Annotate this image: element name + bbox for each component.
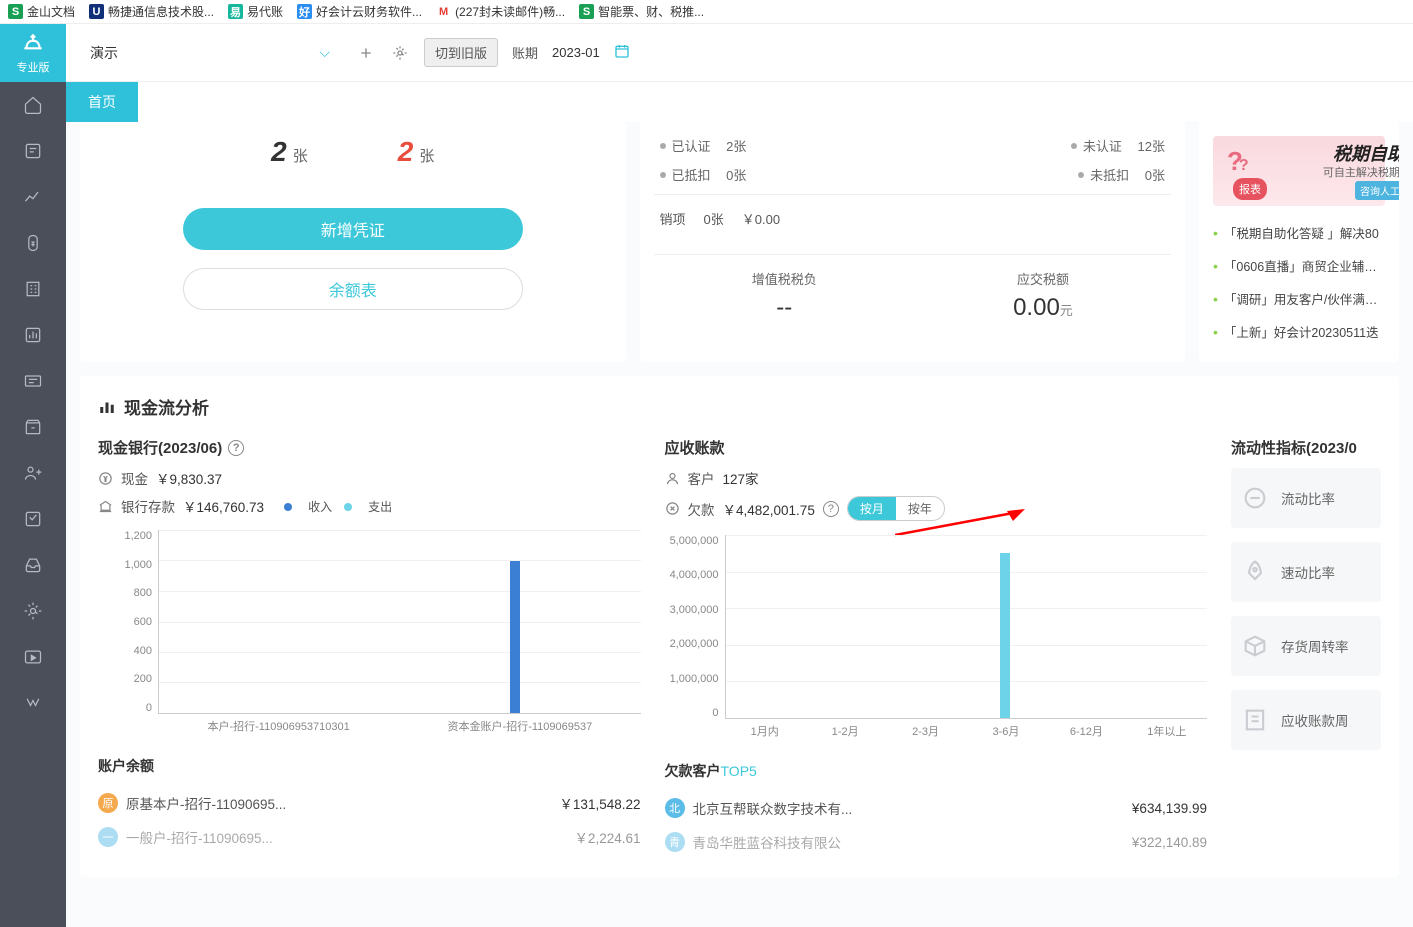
cash-bank-panel: 现金银行(2023/06)? 现金￥9,830.37 银行存款￥146,760.…: [98, 437, 641, 859]
chart-bar[interactable]: [510, 561, 520, 713]
nav-chart-icon[interactable]: [0, 174, 66, 220]
period-value: 2023-01: [552, 45, 600, 60]
voucher-left-count: 2: [271, 136, 287, 167]
old-version-button[interactable]: 切到旧版: [424, 38, 498, 67]
receivable-panel: 应收账款 客户127家 欠款￥4,482,001.75 ? 按月 按年: [665, 437, 1208, 859]
topbar: 演示 ⌵ 切到旧版 账期 2023-01: [66, 24, 1413, 82]
bank-amount: ￥146,760.73: [183, 496, 264, 516]
nav-company-icon[interactable]: [0, 266, 66, 312]
bank-icon: [98, 499, 113, 514]
bookmark-item[interactable]: M(227封未读邮件)畅...: [436, 3, 565, 20]
logo-text: 专业版: [17, 59, 50, 75]
news-item[interactable]: 「调研」用友客户/伙伴满意度: [1213, 282, 1385, 315]
nav-report-icon[interactable]: [0, 312, 66, 358]
nav-salary-icon[interactable]: [0, 450, 66, 496]
news-banner[interactable]: ?? 税期自助 可自主解决税期 80% 报表 咨询人工客: [1213, 136, 1385, 206]
bookmarks-bar: S金山文档 U畅捷通信息技术股... 易易代账 好好会计云财务软件... M(2…: [0, 0, 1413, 24]
toggle-month[interactable]: 按月: [848, 497, 896, 520]
voucher-right-count: 2: [398, 136, 414, 167]
debt-icon: [665, 501, 680, 516]
calendar-icon[interactable]: [614, 43, 630, 62]
company-select[interactable]: 演示 ⌵: [80, 36, 342, 70]
news-item[interactable]: 「0606直播」商贸企业辅助核: [1213, 249, 1385, 282]
toggle-year[interactable]: 按年: [896, 497, 944, 520]
liquidity-panel: 流动性指标(2023/0 流动比率 速动比率 存货周转率 应收账款周: [1231, 437, 1381, 859]
bookmark-item[interactable]: 好好会计云财务软件...: [297, 3, 422, 20]
nav-checkout-icon[interactable]: [0, 496, 66, 542]
metric-quick-ratio[interactable]: 速动比率: [1231, 542, 1381, 602]
chart-bar[interactable]: [1000, 553, 1010, 718]
receipt-icon: [1241, 706, 1269, 734]
customer-count: 127家: [723, 468, 759, 488]
vat-value: --: [752, 294, 817, 322]
nav-inbox-icon[interactable]: [0, 542, 66, 588]
customer-row[interactable]: 北北京互帮联众数字技术有... ¥634,139.99: [665, 791, 1208, 825]
period-label: 账期: [512, 43, 538, 62]
balance-sheet-button[interactable]: 余额表: [183, 268, 523, 310]
tax-due-value: 0.00: [1013, 294, 1060, 321]
owe-amount: ￥4,482,001.75: [723, 499, 815, 519]
nav-video-icon[interactable]: [0, 634, 66, 680]
cashflow-section: 现金流分析 现金银行(2023/06)? 现金￥9,830.37 银行存款￥14…: [80, 376, 1399, 877]
gear-icon[interactable]: [390, 43, 410, 63]
tabbar: 首页: [66, 82, 1413, 122]
news-item[interactable]: 「上新」好会计20230511迭: [1213, 315, 1385, 348]
metric-inventory-turnover[interactable]: 存货周转率: [1231, 616, 1381, 676]
account-row[interactable]: 一一般户-招行-11090695... ￥2,224.61: [98, 820, 641, 854]
user-icon: [665, 471, 680, 486]
help-icon[interactable]: ?: [228, 440, 244, 456]
account-row[interactable]: 原原基本户-招行-11090695... ￥131,548.22: [98, 786, 641, 820]
account-balance-title: 账户余额: [98, 756, 641, 776]
news-item[interactable]: 「税期自助化答疑 」解决80: [1213, 216, 1385, 249]
chevron-down-icon: ⌵: [319, 44, 330, 61]
ratio-icon: [1241, 484, 1269, 512]
receivable-chart: 5,000,0004,000,0003,000,0002,000,0001,00…: [665, 535, 1208, 745]
yen-icon: [98, 471, 113, 486]
nav-home-icon[interactable]: [0, 82, 66, 128]
nav-money-icon[interactable]: [0, 220, 66, 266]
metric-current-ratio[interactable]: 流动比率: [1231, 468, 1381, 528]
section-title: 现金流分析: [124, 394, 209, 419]
add-icon[interactable]: [356, 43, 376, 63]
question-icon: ??: [1227, 146, 1249, 177]
logo[interactable]: 专业版: [0, 24, 66, 82]
cash-amount: ￥9,830.37: [156, 468, 222, 488]
sidebar: 专业版: [0, 24, 66, 927]
bookmark-item[interactable]: 易易代账: [228, 3, 283, 20]
nav-archive-icon[interactable]: [0, 404, 66, 450]
bookmark-item[interactable]: S智能票、财、税推...: [579, 3, 704, 20]
period-toggle: 按月 按年: [847, 496, 945, 521]
nav-fixed-icon[interactable]: [0, 358, 66, 404]
news-card: ?? 税期自助 可自主解决税期 80% 报表 咨询人工客 「税期自助化答疑 」解…: [1199, 122, 1399, 362]
bookmark-item[interactable]: S金山文档: [8, 3, 75, 20]
nav-voucher-icon[interactable]: [0, 128, 66, 174]
cash-chart: 1,2001,0008006004002000 本户-招行-1109069537…: [98, 530, 641, 740]
new-voucher-button[interactable]: 新增凭证: [183, 208, 523, 250]
voucher-card: 2张 2张 新增凭证 余额表: [80, 122, 626, 362]
nav-vip-icon[interactable]: [0, 680, 66, 726]
customer-row[interactable]: 青青岛华胜蓝谷科技有限公 ¥322,140.89: [665, 825, 1208, 859]
tab-home[interactable]: 首页: [66, 82, 138, 122]
bookmark-item[interactable]: U畅捷通信息技术股...: [89, 3, 214, 20]
box-icon: [1241, 632, 1269, 660]
tax-card: 已认证 2张 未认证 12张 已抵扣 0张 未抵扣 0张 销项0张￥0.00 增…: [640, 122, 1186, 362]
rocket-icon: [1241, 558, 1269, 586]
nav-settings-icon[interactable]: [0, 588, 66, 634]
help-icon[interactable]: ?: [823, 501, 839, 517]
metric-receivable-turnover[interactable]: 应收账款周: [1231, 690, 1381, 750]
bar-chart-icon: [98, 398, 116, 416]
